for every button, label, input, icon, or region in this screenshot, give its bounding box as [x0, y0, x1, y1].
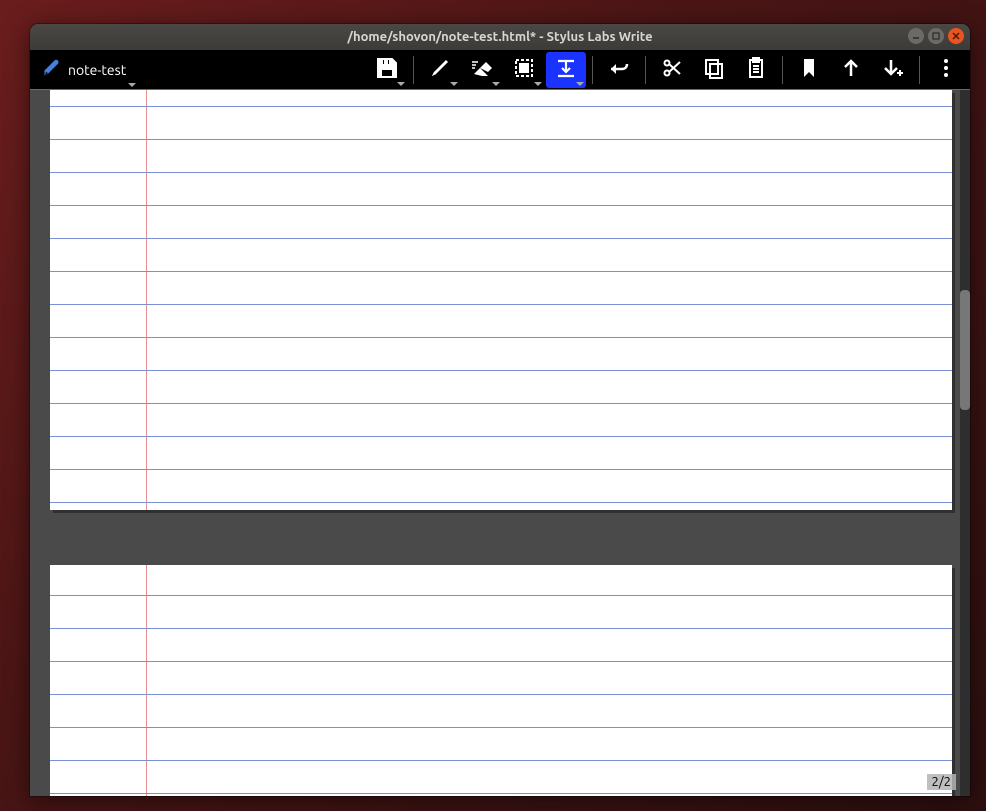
ruled-line: [50, 502, 952, 503]
ruled-line: [50, 469, 952, 470]
ruled-line: [50, 760, 952, 761]
ruled-line: [50, 793, 952, 794]
eraser-icon: [470, 56, 494, 84]
separator: [919, 56, 920, 84]
ruled-line: [50, 172, 952, 173]
chevron-down-icon: [128, 83, 136, 87]
bookmark-button[interactable]: [789, 52, 829, 88]
insert-space-tool-button[interactable]: [546, 52, 586, 88]
ruled-line: [50, 304, 952, 305]
copy-icon: [702, 56, 726, 84]
canvas-area[interactable]: 2/2: [30, 90, 970, 796]
separator: [782, 56, 783, 84]
arrow-down-add-icon: [881, 56, 905, 84]
insert-space-icon: [554, 56, 578, 84]
clipboard-icon: [744, 56, 768, 84]
eraser-tool-button[interactable]: [462, 52, 502, 88]
ruled-line: [50, 436, 952, 437]
ruled-line: [50, 595, 952, 596]
vertical-scrollbar-track[interactable]: [960, 90, 970, 796]
ruled-line: [50, 106, 952, 107]
scissors-icon: [660, 56, 684, 84]
toolbar: note-test: [30, 50, 970, 90]
ruled-line: [50, 139, 952, 140]
more-vertical-icon: [934, 56, 958, 84]
document-tab-label: note-test: [68, 62, 126, 78]
minimize-button[interactable]: [908, 28, 924, 44]
chevron-down-icon: [492, 82, 500, 86]
ruled-line: [50, 403, 952, 404]
margin-line: [146, 565, 147, 796]
chevron-down-icon: [397, 82, 405, 86]
vertical-scrollbar-thumb[interactable]: [960, 290, 970, 410]
next-page-button[interactable]: [873, 52, 913, 88]
ruled-line: [50, 238, 952, 239]
ruled-line: [50, 694, 952, 695]
ruled-line: [50, 727, 952, 728]
save-button[interactable]: [367, 52, 407, 88]
cut-button[interactable]: [652, 52, 692, 88]
window-title: /home/shovon/note-test.html* - Stylus La…: [347, 30, 652, 44]
page-total: 2: [944, 775, 951, 789]
ruled-line: [50, 661, 952, 662]
select-icon: [512, 56, 536, 84]
chevron-down-icon: [534, 82, 542, 86]
document-tab[interactable]: note-test: [34, 50, 134, 89]
maximize-button[interactable]: [928, 28, 944, 44]
undo-icon: [607, 56, 631, 84]
save-icon: [375, 56, 399, 84]
page-indicator: 2/2: [927, 774, 956, 790]
undo-button[interactable]: [599, 52, 639, 88]
arrow-up-icon: [839, 56, 863, 84]
page-1[interactable]: [50, 90, 952, 510]
chevron-down-icon: [450, 82, 458, 86]
separator: [592, 56, 593, 84]
chevron-down-icon: [576, 82, 584, 86]
ruled-line: [50, 205, 952, 206]
ruled-line: [50, 370, 952, 371]
separator: [645, 56, 646, 84]
titlebar: /home/shovon/note-test.html* - Stylus La…: [30, 24, 970, 50]
app-window: /home/shovon/note-test.html* - Stylus La…: [30, 24, 970, 796]
separator: [413, 56, 414, 84]
ruled-line: [50, 628, 952, 629]
pen-tool-button[interactable]: [420, 52, 460, 88]
overflow-menu-button[interactable]: [926, 52, 966, 88]
window-controls: [908, 28, 964, 44]
previous-page-button[interactable]: [831, 52, 871, 88]
pen-icon: [428, 56, 452, 84]
copy-button[interactable]: [694, 52, 734, 88]
ruled-line: [50, 337, 952, 338]
paste-button[interactable]: [736, 52, 776, 88]
select-tool-button[interactable]: [504, 52, 544, 88]
close-button[interactable]: [948, 28, 964, 44]
bookmark-icon: [797, 56, 821, 84]
page-2[interactable]: [50, 565, 952, 796]
ruled-line: [50, 271, 952, 272]
margin-line: [146, 90, 147, 510]
page-current: 2: [932, 775, 939, 789]
pen-document-icon: [42, 58, 62, 81]
